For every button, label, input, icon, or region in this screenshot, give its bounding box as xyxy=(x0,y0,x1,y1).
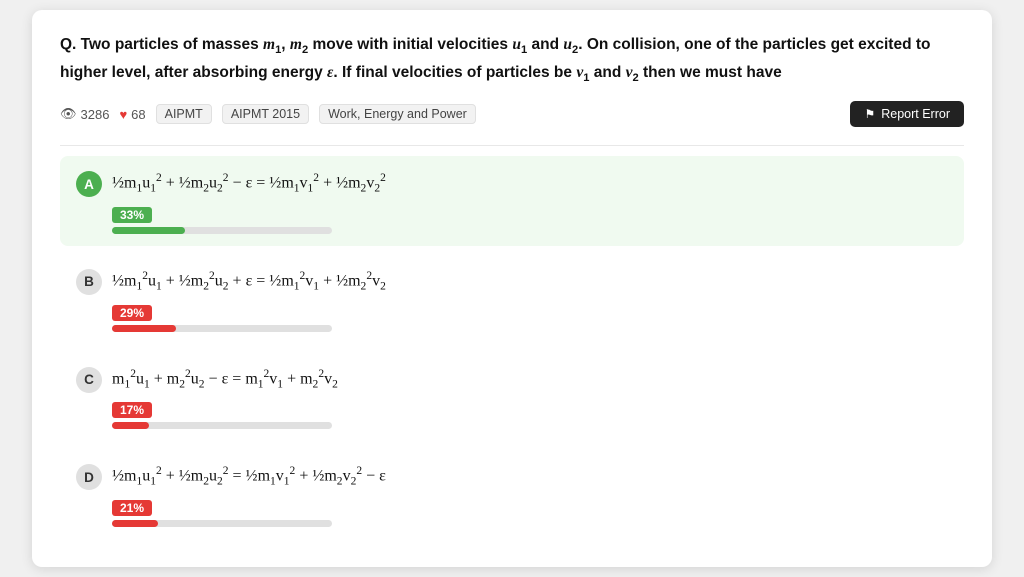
option-c-bar-fill xyxy=(112,422,149,429)
option-b-bar-fill xyxy=(112,325,176,332)
option-c-row: C m12u1 + m22u2 − ε = m12v1 + m22v2 17% xyxy=(60,352,964,442)
tag-aipmt: AIPMT xyxy=(156,104,212,124)
option-d-bar-fill xyxy=(112,520,158,527)
option-b-label: B xyxy=(76,269,102,295)
option-b-stats: 29% xyxy=(112,304,948,332)
option-d-row: D ½m1u12 + ½m2u22 = ½m1v12 + ½m2v22 − ε … xyxy=(60,449,964,539)
option-d-percent: 21% xyxy=(112,500,152,516)
option-b-row: B ½m12u1 + ½m22u2 + ε = ½m12v1 + ½m22v2 … xyxy=(60,254,964,344)
meta-bar: 👁 3286 ♥ 68 AIPMT AIPMT 2015 Work, Energ… xyxy=(60,101,964,127)
option-a-bar-track xyxy=(112,227,332,234)
tag-work-energy-power: Work, Energy and Power xyxy=(319,104,476,124)
report-error-button[interactable]: ⚑ Report Error xyxy=(850,101,964,127)
option-b-percent: 29% xyxy=(112,305,152,321)
option-d-formula: ½m1u12 + ½m2u22 = ½m1v12 + ½m2v22 − ε xyxy=(112,463,386,491)
option-a-label: A xyxy=(76,171,102,197)
option-b-header: B ½m12u1 + ½m22u2 + ε = ½m12v1 + ½m22v2 xyxy=(76,268,948,296)
options-list: A ½m1u12 + ½m2u22 − ε = ½m1v12 + ½m2v22 … xyxy=(60,156,964,539)
eye-icon: 👁 xyxy=(60,106,77,122)
option-c-header: C m12u1 + m22u2 − ε = m12v1 + m22v2 xyxy=(76,366,948,394)
views-meta: 👁 3286 xyxy=(60,106,109,122)
option-d-label: D xyxy=(76,464,102,490)
option-a-stats: 33% xyxy=(112,206,948,234)
divider xyxy=(60,145,964,146)
option-b-bar-track xyxy=(112,325,332,332)
report-btn-label: Report Error xyxy=(881,107,950,121)
option-a-formula: ½m1u12 + ½m2u22 − ε = ½m1v12 + ½m2v22 xyxy=(112,170,386,198)
option-a-row: A ½m1u12 + ½m2u22 − ε = ½m1v12 + ½m2v22 … xyxy=(60,156,964,246)
likes-meta: ♥ 68 xyxy=(119,107,145,122)
flag-icon: ⚑ xyxy=(864,107,875,121)
option-c-label: C xyxy=(76,367,102,393)
option-d-stats: 21% xyxy=(112,499,948,527)
heart-icon: ♥ xyxy=(119,107,127,122)
option-a-percent: 33% xyxy=(112,207,152,223)
views-count: 3286 xyxy=(81,107,110,122)
question-text: Q. Two particles of masses m1, m2 move w… xyxy=(60,32,964,87)
tag-aipmt-2015: AIPMT 2015 xyxy=(222,104,309,124)
likes-count: 68 xyxy=(131,107,145,122)
option-d-bar-track xyxy=(112,520,332,527)
option-b-formula: ½m12u1 + ½m22u2 + ε = ½m12v1 + ½m22v2 xyxy=(112,268,386,296)
option-a-header: A ½m1u12 + ½m2u22 − ε = ½m1v12 + ½m2v22 xyxy=(76,170,948,198)
option-c-formula: m12u1 + m22u2 − ε = m12v1 + m22v2 xyxy=(112,366,338,394)
question-card: Q. Two particles of masses m1, m2 move w… xyxy=(32,10,992,567)
option-c-bar-track xyxy=(112,422,332,429)
option-a-bar-fill xyxy=(112,227,185,234)
option-c-stats: 17% xyxy=(112,401,948,429)
option-d-header: D ½m1u12 + ½m2u22 = ½m1v12 + ½m2v22 − ε xyxy=(76,463,948,491)
option-c-percent: 17% xyxy=(112,402,152,418)
